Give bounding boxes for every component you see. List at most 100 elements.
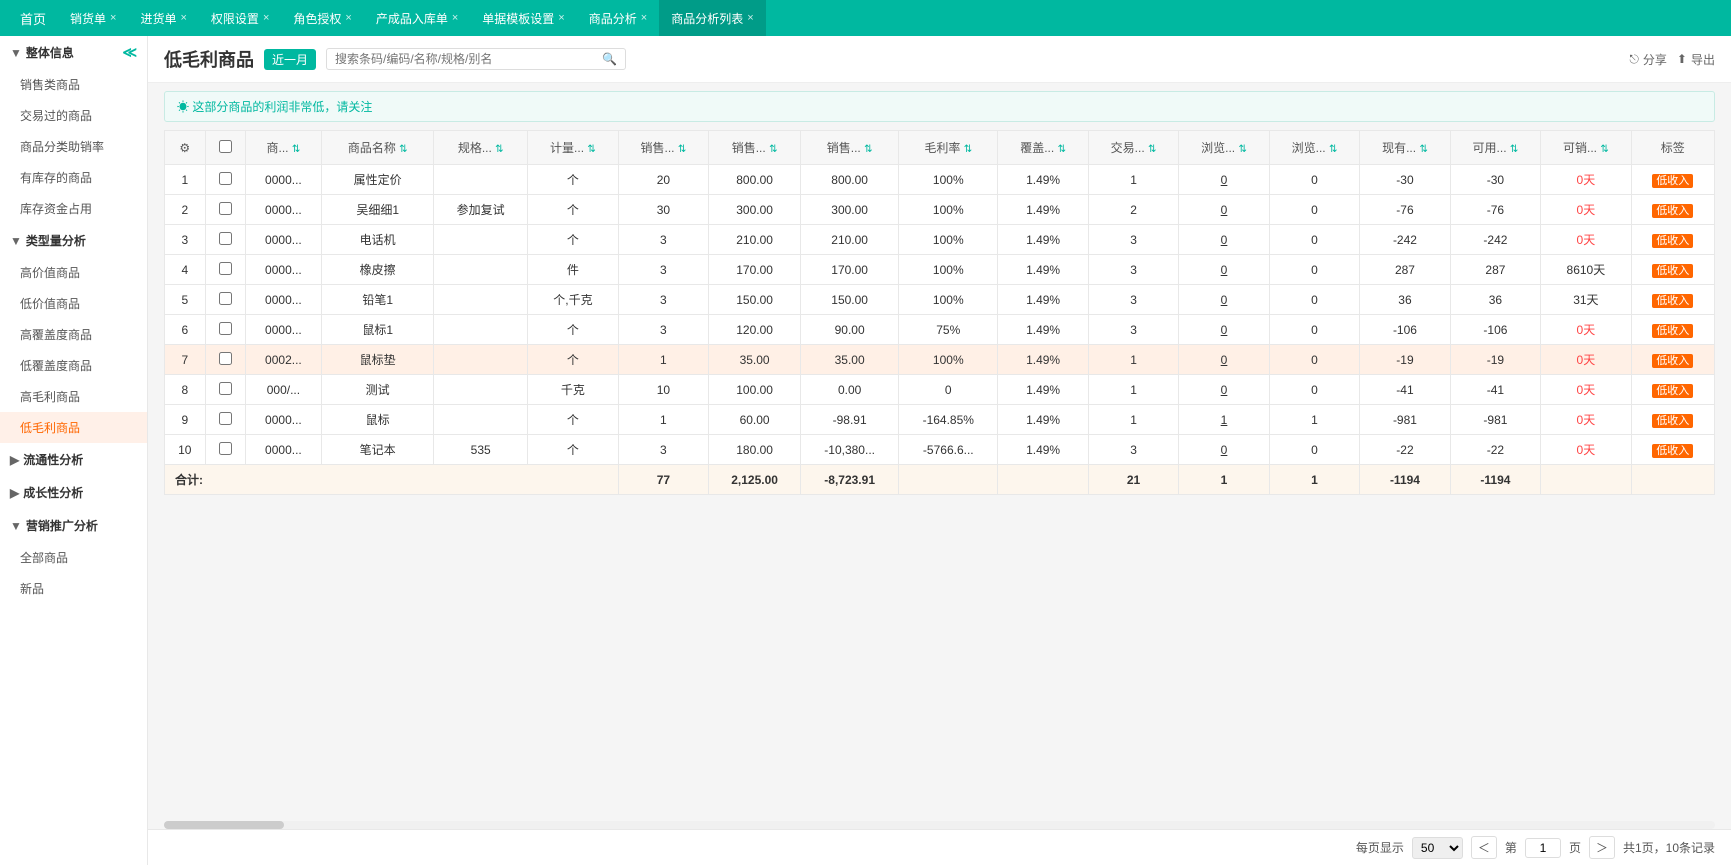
page-number-input[interactable]: [1525, 838, 1561, 858]
col-name[interactable]: 商品名称 ⇅: [322, 131, 434, 165]
row-browse1[interactable]: 0: [1179, 345, 1269, 375]
row-browse1[interactable]: 0: [1179, 375, 1269, 405]
nav-product-entry[interactable]: 产成品入库单 ×: [364, 0, 470, 36]
sidebar-item-high-value[interactable]: 高价值商品: [0, 257, 147, 288]
row-browse1[interactable]: 0: [1179, 165, 1269, 195]
share-button[interactable]: ⎋ 分享: [1629, 51, 1667, 68]
row-browse1[interactable]: 0: [1179, 195, 1269, 225]
horizontal-scrollbar[interactable]: [164, 821, 1715, 829]
close-icon[interactable]: ×: [180, 12, 186, 24]
row-transaction: 2: [1088, 195, 1178, 225]
col-browse2[interactable]: 浏览... ⇅: [1269, 131, 1359, 165]
col-gross-margin[interactable]: 毛利率 ⇅: [899, 131, 998, 165]
search-input[interactable]: [335, 52, 602, 66]
row-select-checkbox[interactable]: [219, 262, 232, 275]
row-select-checkbox[interactable]: [219, 352, 232, 365]
nav-template-settings[interactable]: 单据模板设置 ×: [470, 0, 576, 36]
sidebar-group-type-analysis[interactable]: ▼ 类型量分析: [0, 224, 147, 257]
sidebar-item-stock-capital[interactable]: 库存资金占用: [0, 193, 147, 224]
row-browse1[interactable]: 0: [1179, 225, 1269, 255]
row-browse1[interactable]: 1: [1179, 405, 1269, 435]
row-browse1[interactable]: 0: [1179, 435, 1269, 465]
page-size-select[interactable]: 50 100 200: [1412, 837, 1463, 859]
row-stock-available: -76: [1450, 195, 1540, 225]
close-icon[interactable]: ×: [263, 12, 269, 24]
col-stock-current[interactable]: 现有... ⇅: [1360, 131, 1450, 165]
nav-role-auth[interactable]: 角色授权 ×: [281, 0, 363, 36]
sidebar-item-low-margin[interactable]: 低毛利商品: [0, 412, 147, 443]
nav-product-analysis[interactable]: 商品分析 ×: [577, 0, 659, 36]
sidebar-item-low-coverage[interactable]: 低覆盖度商品: [0, 350, 147, 381]
sidebar-item-sales-goods[interactable]: 销售类商品: [0, 69, 147, 100]
row-checkbox[interactable]: [205, 435, 245, 465]
row-select-checkbox[interactable]: [219, 322, 232, 335]
row-checkbox[interactable]: [205, 285, 245, 315]
row-checkbox[interactable]: [205, 195, 245, 225]
nav-product-analysis-list[interactable]: 商品分析列表 ×: [659, 0, 765, 36]
col-stock-sellable[interactable]: 可销... ⇅: [1541, 131, 1631, 165]
sidebar-item-category-rate[interactable]: 商品分类助销率: [0, 131, 147, 162]
row-checkbox[interactable]: [205, 345, 245, 375]
col-coverage[interactable]: 覆盖... ⇅: [998, 131, 1088, 165]
close-icon[interactable]: ×: [452, 12, 458, 24]
sidebar-group-growth[interactable]: ▶ 成长性分析: [0, 476, 147, 509]
close-icon[interactable]: ×: [747, 12, 753, 24]
col-code[interactable]: 商... ⇅: [245, 131, 322, 165]
sidebar-item-high-coverage[interactable]: 高覆盖度商品: [0, 319, 147, 350]
sidebar-group-marketing[interactable]: ▼ 营销推广分析: [0, 509, 147, 542]
export-button[interactable]: ⬆ 导出: [1677, 51, 1715, 68]
row-checkbox[interactable]: [205, 315, 245, 345]
row-browse1[interactable]: 0: [1179, 285, 1269, 315]
sidebar-group-liquidity[interactable]: ▶ 流通性分析: [0, 443, 147, 476]
row-select-checkbox[interactable]: [219, 202, 232, 215]
search-icon[interactable]: 🔍: [602, 52, 617, 66]
row-select-checkbox[interactable]: [219, 442, 232, 455]
sidebar-item-new-goods[interactable]: 新品: [0, 573, 147, 604]
close-icon[interactable]: ×: [558, 12, 564, 24]
col-stock-available[interactable]: 可用... ⇅: [1450, 131, 1540, 165]
col-sales-qty[interactable]: 销售... ⇅: [618, 131, 708, 165]
search-box[interactable]: 🔍: [326, 48, 626, 70]
row-select-checkbox[interactable]: [219, 172, 232, 185]
sidebar-item-traded-goods[interactable]: 交易过的商品: [0, 100, 147, 131]
row-checkbox[interactable]: [205, 165, 245, 195]
nav-purchase-order[interactable]: 进货单 ×: [128, 0, 198, 36]
col-sales-amount[interactable]: 销售... ⇅: [801, 131, 899, 165]
row-checkbox[interactable]: [205, 255, 245, 285]
date-badge[interactable]: 近一月: [264, 49, 316, 70]
col-checkbox[interactable]: [205, 131, 245, 165]
row-tag: 低收入: [1631, 345, 1714, 375]
row-select-checkbox[interactable]: [219, 412, 232, 425]
col-tag[interactable]: 标签: [1631, 131, 1714, 165]
nav-permission-settings[interactable]: 权限设置 ×: [199, 0, 281, 36]
col-unit[interactable]: 计量... ⇅: [528, 131, 618, 165]
sidebar-group-overall[interactable]: ▼ 整体信息 ≪: [0, 36, 147, 69]
row-browse1[interactable]: 0: [1179, 255, 1269, 285]
row-checkbox[interactable]: [205, 405, 245, 435]
col-spec[interactable]: 规格... ⇅: [434, 131, 528, 165]
col-sales-price[interactable]: 销售... ⇅: [709, 131, 801, 165]
sidebar-item-all-goods[interactable]: 全部商品: [0, 542, 147, 573]
row-checkbox[interactable]: [205, 375, 245, 405]
scroll-thumb[interactable]: [164, 821, 284, 829]
nav-sales-order[interactable]: 销货单 ×: [58, 0, 128, 36]
row-select-checkbox[interactable]: [219, 382, 232, 395]
row-browse1[interactable]: 0: [1179, 315, 1269, 345]
col-transaction[interactable]: 交易... ⇅: [1088, 131, 1178, 165]
next-page-button[interactable]: ＞: [1589, 836, 1615, 859]
select-all-checkbox[interactable]: [219, 140, 232, 153]
col-browse1[interactable]: 浏览... ⇅: [1179, 131, 1269, 165]
sidebar-item-high-margin[interactable]: 高毛利商品: [0, 381, 147, 412]
close-icon[interactable]: ×: [641, 12, 647, 24]
sidebar-item-low-value[interactable]: 低价值商品: [0, 288, 147, 319]
close-icon[interactable]: ×: [345, 12, 351, 24]
sidebar-item-stock-goods[interactable]: 有库存的商品: [0, 162, 147, 193]
col-settings[interactable]: ⚙: [165, 131, 206, 165]
row-unit: 个,千克: [528, 285, 618, 315]
prev-page-button[interactable]: ＜: [1471, 836, 1497, 859]
nav-home[interactable]: 首页: [8, 0, 58, 36]
close-icon[interactable]: ×: [110, 12, 116, 24]
row-checkbox[interactable]: [205, 225, 245, 255]
row-select-checkbox[interactable]: [219, 232, 232, 245]
row-select-checkbox[interactable]: [219, 292, 232, 305]
